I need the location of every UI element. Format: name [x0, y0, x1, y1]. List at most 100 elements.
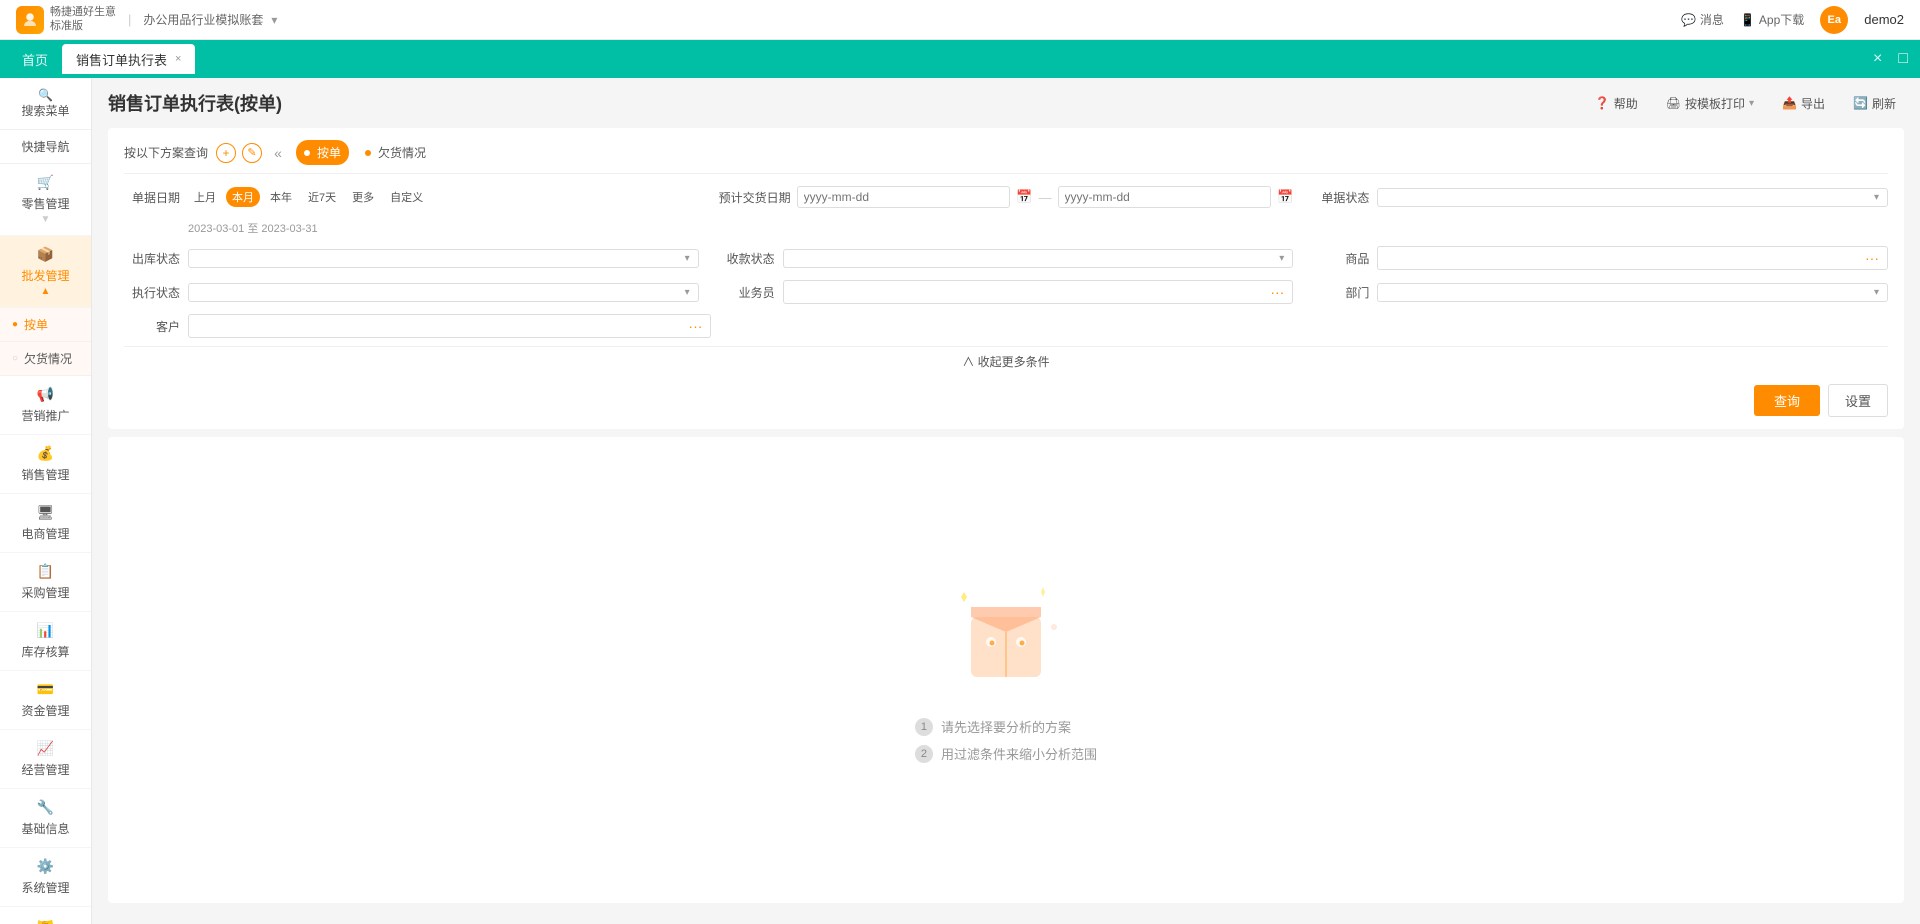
empty-hint-1: 1 请先选择要分析的方案: [915, 717, 1097, 736]
expected-date-end[interactable]: [1058, 186, 1272, 208]
tab-sales-order[interactable]: 销售订单执行表 ×: [62, 44, 195, 74]
ecommerce-icon: 🖥: [37, 504, 55, 521]
receipt-status-select[interactable]: ▾: [783, 249, 1294, 268]
breadcrumb-arrow[interactable]: ▾: [271, 13, 277, 27]
print-icon: 🖨: [1666, 96, 1681, 110]
exec-status-select[interactable]: ▾: [188, 283, 699, 302]
sidebar-item-enterprise[interactable]: 🤝 企业协同: [0, 907, 91, 924]
main-layout: 🔍 搜索菜单 快捷导航 🛒 零售管理 ▼ 📦 批发管理 ▲ ● 按单 ○ 欠货情…: [0, 78, 1920, 924]
sidebar-item-ecommerce[interactable]: 🖥 电商管理: [0, 494, 91, 553]
add-scheme-btn[interactable]: +: [216, 143, 236, 163]
sidebar-item-wholesale[interactable]: 📦 批发管理 ▲: [0, 236, 91, 308]
customer-select[interactable]: ···: [188, 314, 711, 338]
tab-home[interactable]: 首页: [8, 44, 62, 74]
date-tab-thismonth[interactable]: 本月: [226, 187, 260, 207]
salesperson-dots[interactable]: ···: [1270, 284, 1284, 300]
breadcrumb-separator: |: [128, 12, 131, 27]
date-tab-thisyear[interactable]: 本年: [264, 187, 298, 207]
filter-row-1: 单据日期 上月 本月 本年 近7天 更多 自定义: [124, 186, 1888, 208]
date-tab-lastmonth[interactable]: 上月: [188, 187, 222, 207]
date-tab-more[interactable]: 更多: [346, 187, 380, 207]
dept-label: 部门: [1313, 284, 1369, 301]
finance-icon: 💳: [37, 681, 54, 698]
scheme-debt-dot: [365, 150, 371, 156]
ship-status-select[interactable]: ▾: [188, 249, 699, 268]
scheme-label: 按以下方案查询: [124, 144, 208, 161]
expected-date-cal-start[interactable]: 📅: [1016, 189, 1032, 205]
doc-status-select[interactable]: ▾: [1377, 188, 1888, 207]
filter-exec-status: 执行状态 ▾: [124, 280, 699, 304]
date-control: 上月 本月 本年 近7天 更多 自定义: [188, 187, 699, 207]
sidebar-item-purchase[interactable]: 📋 采购管理: [0, 553, 91, 612]
sidebar: 🔍 搜索菜单 快捷导航 🛒 零售管理 ▼ 📦 批发管理 ▲ ● 按单 ○ 欠货情…: [0, 78, 92, 924]
expected-date-start[interactable]: [797, 186, 1011, 208]
expected-date-cal-end[interactable]: 📅: [1277, 189, 1293, 205]
content-area: 销售订单执行表(按单) ❓ 帮助 🖨 按模板打印 ▾ 📤 导出: [92, 78, 1920, 924]
scheme-item-order[interactable]: 按单: [296, 140, 349, 165]
sidebar-search[interactable]: 🔍 搜索菜单: [0, 78, 91, 130]
collapse-more-btn[interactable]: ∧ 收起更多条件: [124, 346, 1888, 376]
logo-area: 畅捷通好生意 标准版: [16, 6, 116, 34]
collapse-scheme-btn[interactable]: «: [268, 143, 288, 163]
sidebar-quick-nav[interactable]: 快捷导航: [0, 130, 91, 164]
export-btn[interactable]: 📤 导出: [1774, 91, 1833, 116]
query-btn[interactable]: 查询: [1754, 385, 1820, 416]
nav-right-icons: × □: [1869, 46, 1912, 72]
filter-salesperson: 业务员 ···: [719, 280, 1294, 304]
print-btn[interactable]: 🖨 按模板打印 ▾: [1658, 91, 1762, 116]
app-download-btn[interactable]: 📱 App下载: [1740, 11, 1804, 28]
sidebar-item-operation[interactable]: 📈 经营管理: [0, 730, 91, 789]
refresh-btn[interactable]: 🔄 刷新: [1845, 91, 1904, 116]
edit-icon: ✎: [247, 146, 256, 159]
edit-scheme-btn[interactable]: ✎: [242, 143, 262, 163]
operation-icon: 📈: [37, 740, 54, 757]
customer-dots[interactable]: ···: [688, 318, 702, 334]
window-max-icon[interactable]: □: [1894, 46, 1912, 72]
sidebar-item-sales[interactable]: 💰 销售管理: [0, 435, 91, 494]
sub-debt-dot: ○: [12, 353, 18, 364]
customer-label: 客户: [124, 318, 180, 335]
tab-close-icon[interactable]: ×: [175, 53, 181, 65]
avatar[interactable]: Ea: [1820, 6, 1848, 34]
inventory-icon: 📊: [37, 622, 54, 639]
marketing-icon: 📢: [37, 386, 54, 403]
settings-btn[interactable]: 设置: [1828, 384, 1888, 417]
sidebar-item-basic[interactable]: 🔧 基础信息: [0, 789, 91, 848]
goods-dots[interactable]: ···: [1865, 250, 1879, 266]
sidebar-item-system[interactable]: ⚙️ 系统管理: [0, 848, 91, 907]
salesperson-select[interactable]: ···: [783, 280, 1294, 304]
goods-select[interactable]: ···: [1377, 246, 1888, 270]
page-title: 销售订单执行表(按单): [108, 90, 282, 116]
sidebar-item-marketing[interactable]: 📢 营销推广: [0, 376, 91, 435]
search-panel: 按以下方案查询 + ✎ « 按单: [108, 128, 1904, 429]
sidebar-item-inventory[interactable]: 📊 库存核算: [0, 612, 91, 671]
message-btn[interactable]: 💬 消息: [1681, 11, 1724, 28]
dept-select[interactable]: ▾: [1377, 283, 1888, 302]
date-tab-custom[interactable]: 自定义: [384, 187, 429, 207]
collapse-icon: «: [274, 145, 282, 161]
filter-customer: 客户 ···: [124, 314, 711, 338]
retail-icon: 🛒: [37, 174, 54, 191]
filter-dept: 部门 ▾: [1313, 280, 1888, 304]
window-close-icon[interactable]: ×: [1869, 46, 1886, 72]
scheme-header: 按以下方案查询 + ✎ « 按单: [124, 140, 1888, 174]
scheme-item-debt[interactable]: 欠货情况: [357, 140, 434, 165]
sidebar-sub-order[interactable]: ● 按单: [0, 308, 91, 342]
date-label: 单据日期: [124, 189, 180, 206]
sidebar-item-retail[interactable]: 🛒 零售管理 ▼: [0, 164, 91, 236]
filter-row-4: 客户 ···: [124, 314, 1888, 338]
username-label: demo2: [1864, 12, 1904, 27]
purchase-icon: 📋: [37, 563, 54, 580]
sidebar-sub-debt[interactable]: ○ 欠货情况: [0, 342, 91, 376]
help-btn[interactable]: ❓ 帮助: [1587, 91, 1646, 116]
basic-icon: 🔧: [37, 799, 54, 816]
page-content: 销售订单执行表(按单) ❓ 帮助 🖨 按模板打印 ▾ 📤 导出: [92, 78, 1920, 924]
sidebar-item-finance[interactable]: 💳 资金管理: [0, 671, 91, 730]
filter-receipt-status: 收款状态 ▾: [719, 246, 1294, 270]
exec-status-label: 执行状态: [124, 284, 180, 301]
salesperson-label: 业务员: [719, 284, 775, 301]
date-tab-7days[interactable]: 近7天: [302, 187, 342, 207]
filter-goods: 商品 ···: [1313, 246, 1888, 270]
doc-status-label: 单据状态: [1313, 189, 1369, 206]
message-icon: 💬: [1681, 13, 1696, 27]
